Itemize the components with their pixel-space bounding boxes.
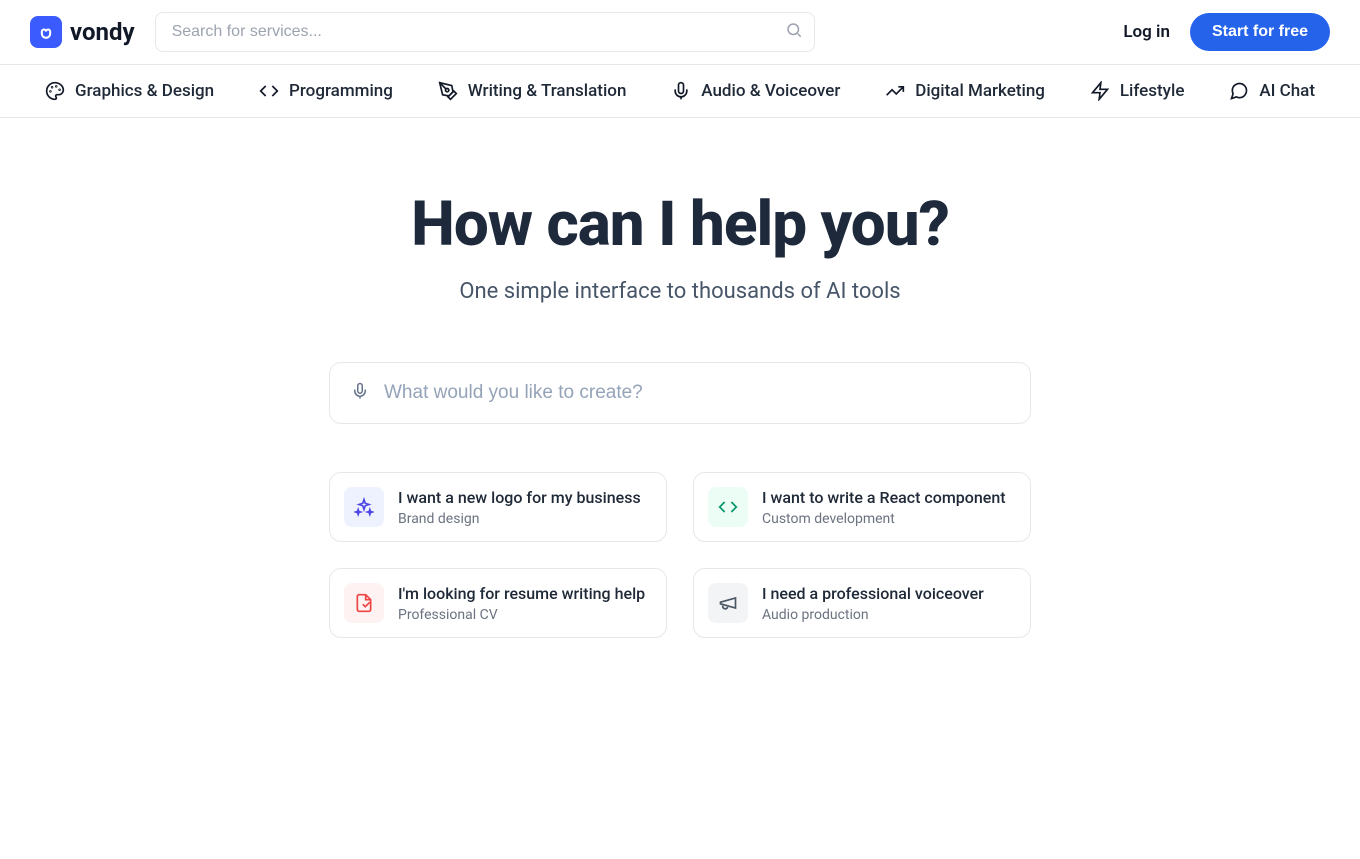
megaphone-icon [708,583,748,623]
zap-icon [1090,81,1110,101]
chat-icon [1229,81,1249,101]
suggestion-card-logo[interactable]: I want a new logo for my business Brand … [329,472,667,542]
card-subtitle: Professional CV [398,607,652,623]
card-title: I want a new logo for my business [398,488,652,507]
pen-icon [438,81,458,101]
sparkle-icon [344,487,384,527]
search-input[interactable] [155,12,815,52]
prompt-input[interactable] [329,362,1031,424]
card-subtitle: Custom development [762,511,1016,527]
suggestion-card-react[interactable]: I want to write a React component Custom… [693,472,1031,542]
palette-icon [45,81,65,101]
suggestion-card-resume[interactable]: I'm looking for resume writing help Prof… [329,568,667,638]
document-edit-icon [344,583,384,623]
search-icon [785,21,803,43]
mic-icon [671,81,691,101]
microphone-icon[interactable] [351,382,369,404]
category-label: Programming [289,81,393,101]
hero-subtitle: One simple interface to thousands of AI … [0,279,1360,304]
category-label: Audio & Voiceover [701,81,840,101]
brand-name: vondy [70,18,135,46]
start-free-button[interactable]: Start for free [1190,13,1330,51]
category-writing-translation[interactable]: Writing & Translation [438,81,627,101]
logo-mark-icon [30,16,62,48]
brand-logo[interactable]: vondy [30,16,135,48]
trending-up-icon [885,81,905,101]
category-label: Graphics & Design [75,81,214,101]
code-icon [259,81,279,101]
category-lifestyle[interactable]: Lifestyle [1090,81,1185,101]
card-title: I need a professional voiceover [762,584,1016,603]
category-label: Digital Marketing [915,81,1045,101]
category-label: Writing & Translation [468,81,627,101]
category-label: AI Chat [1259,81,1315,101]
suggestion-card-voiceover[interactable]: I need a professional voiceover Audio pr… [693,568,1031,638]
card-title: I want to write a React component [762,488,1016,507]
card-subtitle: Brand design [398,511,652,527]
card-title: I'm looking for resume writing help [398,584,652,603]
category-ai-chat[interactable]: AI Chat [1229,81,1315,101]
hero-title: How can I help you? [0,188,1360,261]
category-digital-marketing[interactable]: Digital Marketing [885,81,1045,101]
category-label: Lifestyle [1120,81,1185,101]
login-link[interactable]: Log in [1123,22,1170,42]
category-graphics-design[interactable]: Graphics & Design [45,81,214,101]
category-programming[interactable]: Programming [259,81,393,101]
code-icon [708,487,748,527]
card-subtitle: Audio production [762,607,1016,623]
category-audio-voiceover[interactable]: Audio & Voiceover [671,81,840,101]
